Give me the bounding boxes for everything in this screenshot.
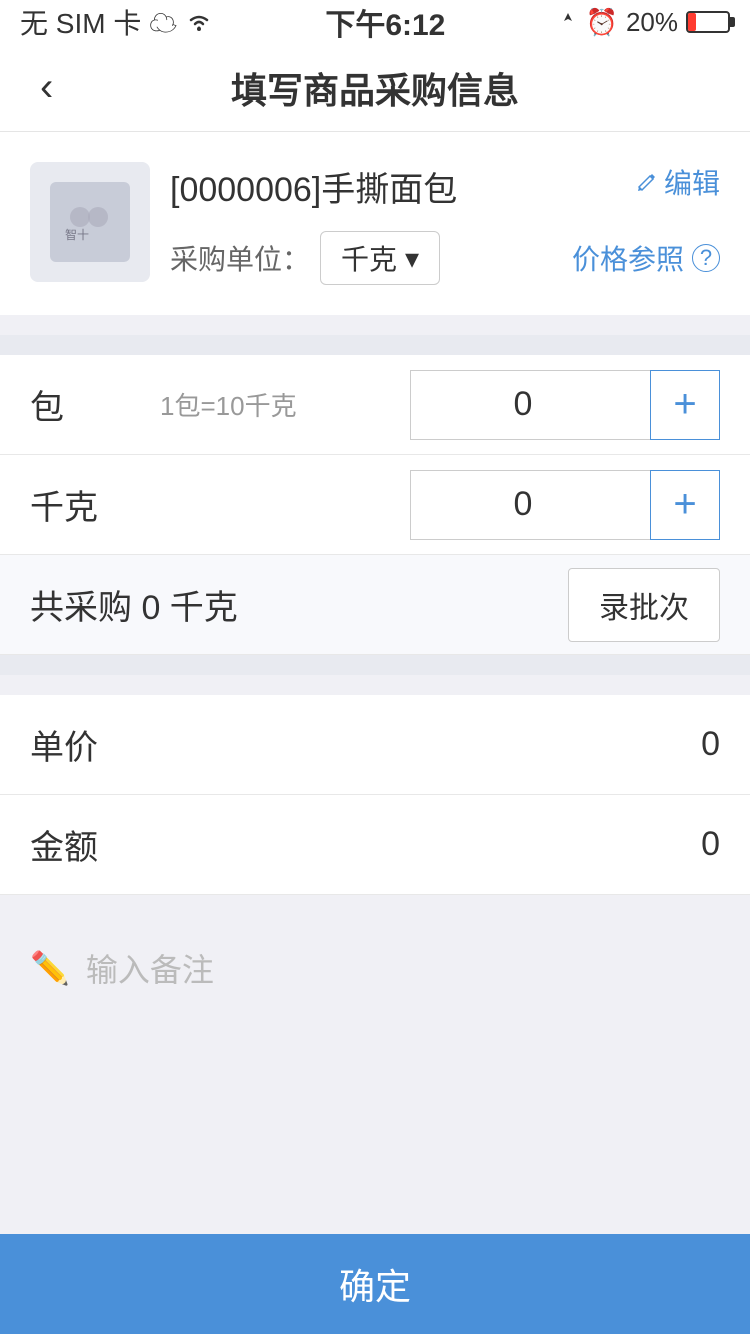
edit-button[interactable]: 编辑	[636, 162, 720, 202]
divider-2	[0, 655, 750, 675]
total-text: 共采购 0 千克	[30, 580, 238, 629]
status-left: 无 SIM 卡 ☁	[20, 2, 213, 42]
amount-row: 金额 0	[0, 795, 750, 895]
edit-label: 编辑	[664, 162, 720, 202]
product-name-row: [0000006]手撕面包 编辑	[170, 162, 720, 211]
product-name: [0000006]手撕面包	[170, 162, 457, 211]
status-bar: 无 SIM 卡 ☁ 下午6:12 ⏰ 20%	[0, 0, 750, 44]
product-card: 智十 [0000006]手撕面包 编辑 采购单位： 千克 ▾	[0, 132, 750, 315]
unit-value: 千克	[341, 238, 397, 278]
unit-price-label: 单价	[30, 720, 98, 769]
amount-label: 金额	[30, 820, 98, 869]
status-right: ⏰ 20%	[558, 7, 730, 38]
kg-input-right: +	[410, 470, 720, 540]
price-section: 单价 0 金额 0	[0, 695, 750, 895]
unit-select[interactable]: 千克 ▾	[320, 231, 440, 285]
confirm-button-label: 确定	[339, 1258, 411, 1310]
battery-icon	[686, 11, 730, 33]
pencil-icon: ✏️	[30, 949, 70, 987]
dropdown-icon: ▾	[405, 242, 419, 275]
kg-label: 千克	[30, 480, 150, 529]
status-time: 下午6:12	[325, 0, 445, 44]
bag-quantity-input[interactable]	[410, 370, 650, 440]
purchase-unit-label: 采购单位：	[170, 238, 310, 278]
kg-quantity-input[interactable]	[410, 470, 650, 540]
price-ref-button[interactable]: 价格参照 ?	[572, 238, 720, 278]
alarm-icon: ⏰	[586, 7, 618, 38]
page-title: 填写商品采购信息	[231, 62, 519, 114]
bag-input-right: +	[410, 370, 720, 440]
bag-label: 包	[30, 380, 150, 429]
bag-sublabel: 1包=10千克	[160, 386, 297, 423]
bag-plus-button[interactable]: +	[650, 370, 720, 440]
product-image: 智十	[30, 162, 150, 282]
location-icon	[558, 7, 578, 38]
unit-price-row: 单价 0	[0, 695, 750, 795]
unit-price-value: 0	[701, 725, 720, 764]
svg-text:智十: 智十	[65, 227, 89, 242]
product-info: [0000006]手撕面包 编辑 采购单位： 千克 ▾ 价格参照 ?	[170, 162, 720, 285]
kg-plus-button[interactable]: +	[650, 470, 720, 540]
divider-1	[0, 335, 750, 355]
edit-icon	[636, 171, 658, 193]
total-row: 共采购 0 千克 录批次	[0, 555, 750, 655]
confirm-button[interactable]: 确定	[0, 1234, 750, 1334]
battery-percent: 20%	[626, 7, 678, 38]
remark-placeholder: 输入备注	[86, 945, 214, 991]
wifi-icon	[185, 12, 213, 32]
input-section: 包 1包=10千克 + 千克 + 共采购 0 千克 录批次	[0, 355, 750, 655]
content-spacer	[0, 1021, 750, 1221]
amount-value: 0	[701, 825, 720, 864]
bag-input-row: 包 1包=10千克 +	[0, 355, 750, 455]
no-sim-label: 无 SIM 卡 ☁	[20, 2, 177, 42]
back-button[interactable]: ‹	[30, 55, 63, 120]
remark-section[interactable]: ✏️ 输入备注	[0, 915, 750, 1021]
price-ref-label: 价格参照	[572, 238, 684, 278]
batch-button[interactable]: 录批次	[568, 568, 720, 642]
kg-input-row: 千克 +	[0, 455, 750, 555]
product-thumbnail: 智十	[50, 182, 130, 262]
nav-bar: ‹ 填写商品采购信息	[0, 44, 750, 132]
purchase-unit-row: 采购单位： 千克 ▾ 价格参照 ?	[170, 231, 720, 285]
price-ref-help-icon: ?	[692, 244, 720, 272]
